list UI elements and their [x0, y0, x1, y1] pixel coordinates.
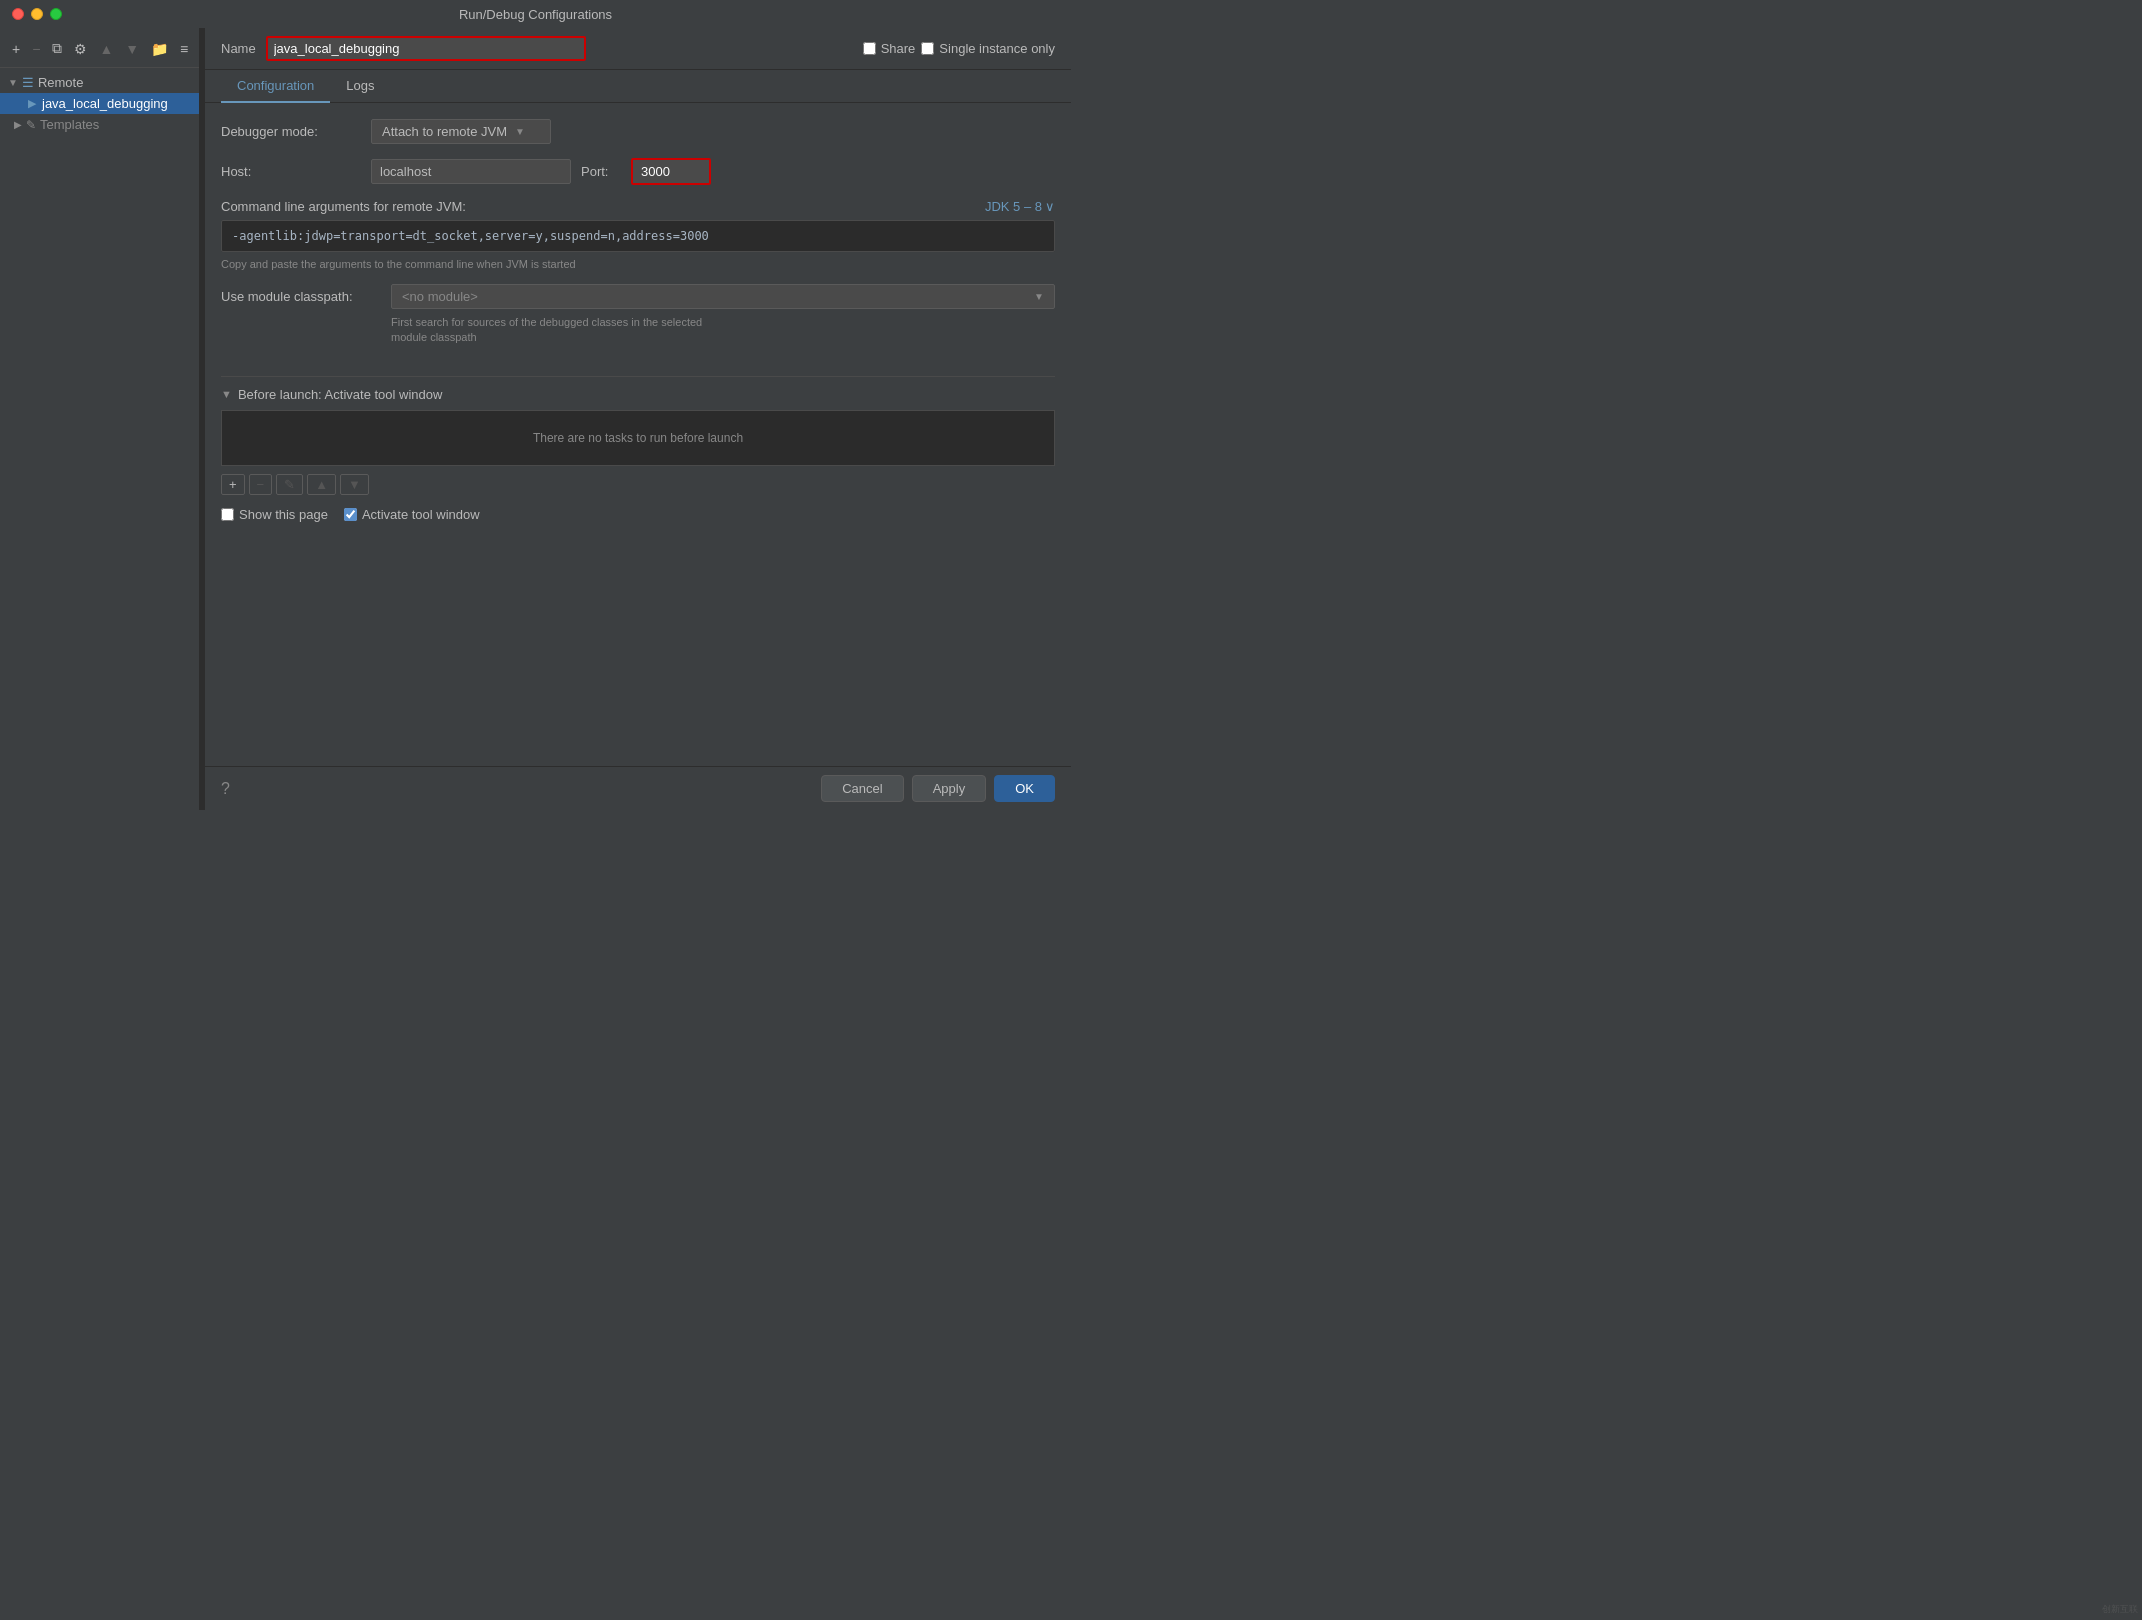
- sidebar-tree: ▼ ☰ Remote ▶ java_local_debugging ▶ ✎ Te…: [0, 68, 199, 804]
- before-launch-edit-btn[interactable]: ✎: [276, 474, 303, 495]
- cmd-label: Command line arguments for remote JVM:: [221, 199, 466, 214]
- debugger-mode-row: Debugger mode: Attach to remote JVM ▼: [221, 119, 1055, 144]
- java-local-label: java_local_debugging: [42, 96, 168, 111]
- module-classpath-row: Use module classpath: <no module> ▼: [221, 284, 1055, 309]
- single-instance-label: Single instance only: [939, 41, 1055, 56]
- apply-button[interactable]: Apply: [912, 775, 987, 802]
- header-row: Name Share Single instance only: [205, 28, 1071, 70]
- before-launch-section: ▼ Before launch: Activate tool window Th…: [221, 376, 1055, 522]
- show-page-label[interactable]: Show this page: [221, 507, 328, 522]
- host-input[interactable]: [371, 159, 571, 184]
- tree-group-templates[interactable]: ▶ ✎ Templates: [0, 114, 199, 135]
- arrow-down-button[interactable]: ▼: [121, 39, 143, 59]
- sidebar-toolbar: + − ⧉ ⚙ ▲ ▼ 📁 ≡: [0, 34, 199, 68]
- minimize-button[interactable]: [31, 8, 43, 20]
- bottom-bar: ? Cancel Apply OK: [205, 766, 1071, 810]
- before-launch-remove-btn[interactable]: −: [249, 474, 273, 495]
- before-launch-toolbar: + − ✎ ▲ ▼: [221, 474, 1055, 495]
- share-area: Share Single instance only: [863, 41, 1055, 56]
- cmd-hint: Copy and paste the arguments to the comm…: [221, 258, 1055, 270]
- port-label: Port:: [581, 164, 621, 179]
- show-page-checkbox[interactable]: [221, 508, 234, 521]
- sidebar-item-java-local[interactable]: ▶ java_local_debugging: [0, 93, 199, 114]
- ok-button[interactable]: OK: [994, 775, 1055, 802]
- config-item-icon: ▶: [28, 97, 36, 110]
- before-launch-add-btn[interactable]: +: [221, 474, 245, 495]
- remote-folder-icon: ☰: [22, 75, 34, 90]
- remote-group-label: Remote: [38, 75, 84, 90]
- cancel-button[interactable]: Cancel: [821, 775, 903, 802]
- single-instance-checkbox-label[interactable]: Single instance only: [921, 41, 1055, 56]
- activate-window-checkbox[interactable]: [344, 508, 357, 521]
- templates-label: Templates: [40, 117, 99, 132]
- add-config-button[interactable]: +: [8, 39, 24, 59]
- module-label: Use module classpath:: [221, 289, 381, 304]
- share-checkbox[interactable]: [863, 42, 876, 55]
- arrow-up-button[interactable]: ▲: [95, 39, 117, 59]
- name-input[interactable]: [266, 36, 586, 61]
- name-label: Name: [221, 41, 256, 56]
- before-launch-header[interactable]: ▼ Before launch: Activate tool window: [221, 387, 1055, 402]
- tabs-row: Configuration Logs: [205, 70, 1071, 103]
- chevron-down-icon: ∨: [1045, 199, 1055, 214]
- activate-window-label[interactable]: Activate tool window: [344, 507, 480, 522]
- before-launch-label: Before launch: Activate tool window: [238, 387, 443, 402]
- share-checkbox-label[interactable]: Share: [863, 41, 916, 56]
- tab-configuration[interactable]: Configuration: [221, 70, 330, 103]
- cmd-section: Command line arguments for remote JVM: J…: [221, 199, 1055, 270]
- host-label: Host:: [221, 164, 361, 179]
- chevron-right-icon: ▶: [14, 119, 22, 130]
- options-row: Show this page Activate tool window: [221, 507, 1055, 522]
- copy-config-button[interactable]: ⧉: [48, 38, 66, 59]
- dropdown-arrow-icon: ▼: [515, 126, 525, 137]
- folder-button[interactable]: 📁: [147, 39, 172, 59]
- before-launch-up-btn[interactable]: ▲: [307, 474, 336, 495]
- maximize-button[interactable]: [50, 8, 62, 20]
- single-instance-checkbox[interactable]: [921, 42, 934, 55]
- module-hint: First search for sources of the debugged…: [391, 315, 1055, 346]
- window-title: Run/Debug Configurations: [459, 7, 612, 22]
- debugger-mode-label: Debugger mode:: [221, 124, 361, 139]
- main-content: + − ⧉ ⚙ ▲ ▼ 📁 ≡ ▼ ☰ Remote ▶ java_local_…: [0, 28, 1071, 810]
- title-bar: Run/Debug Configurations: [0, 0, 1071, 28]
- traffic-lights: [12, 8, 62, 20]
- help-icon[interactable]: ?: [221, 780, 230, 798]
- remove-config-button[interactable]: −: [28, 39, 44, 59]
- module-dropdown-arrow-icon: ▼: [1034, 291, 1044, 302]
- close-button[interactable]: [12, 8, 24, 20]
- cmd-header: Command line arguments for remote JVM: J…: [221, 199, 1055, 214]
- before-launch-down-btn[interactable]: ▼: [340, 474, 369, 495]
- templates-icon: ✎: [26, 118, 36, 132]
- debugger-mode-dropdown[interactable]: Attach to remote JVM ▼: [371, 119, 551, 144]
- share-label: Share: [881, 41, 916, 56]
- sort-button[interactable]: ≡: [176, 39, 192, 59]
- settings-button[interactable]: ⚙: [70, 39, 91, 59]
- right-panel: Name Share Single instance only Configur…: [205, 28, 1071, 810]
- config-panel: Debugger mode: Attach to remote JVM ▼ Ho…: [205, 103, 1071, 766]
- chevron-down-icon: ▼: [8, 77, 18, 88]
- sidebar: + − ⧉ ⚙ ▲ ▼ 📁 ≡ ▼ ☰ Remote ▶ java_local_…: [0, 28, 200, 810]
- module-dropdown[interactable]: <no module> ▼: [391, 284, 1055, 309]
- before-launch-empty: There are no tasks to run before launch: [221, 410, 1055, 466]
- tab-logs[interactable]: Logs: [330, 70, 390, 103]
- port-input[interactable]: [631, 158, 711, 185]
- tree-group-remote[interactable]: ▼ ☰ Remote: [0, 72, 199, 93]
- cmd-value-display: -agentlib:jdwp=transport=dt_socket,serve…: [221, 220, 1055, 252]
- jdk-version-link[interactable]: JDK 5 – 8 ∨: [985, 199, 1055, 214]
- host-port-row: Host: Port:: [221, 158, 1055, 185]
- before-launch-chevron-icon: ▼: [221, 388, 232, 400]
